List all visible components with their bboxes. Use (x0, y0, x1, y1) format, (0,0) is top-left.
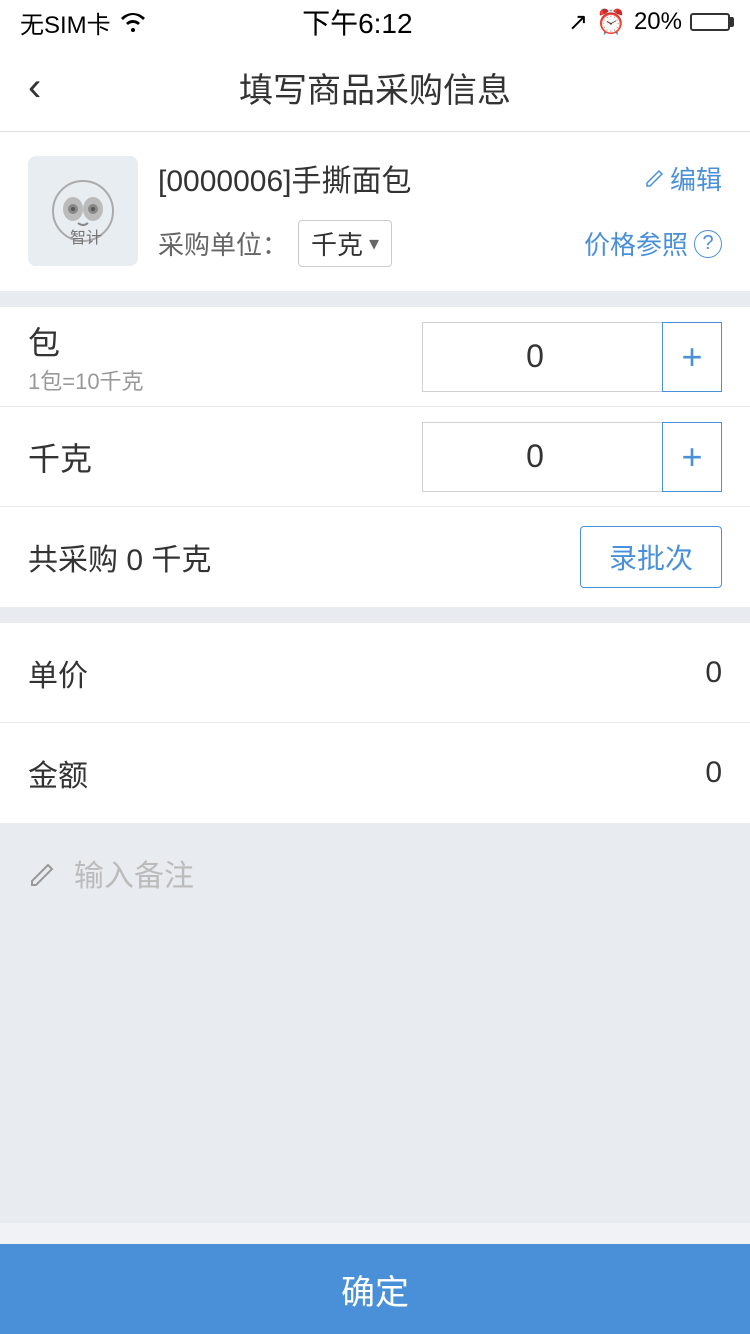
status-bar: 无SIM卡 下午6:12 ↗ ⏰ 20% (0, 0, 750, 44)
product-logo: 智计 (43, 171, 123, 251)
back-button[interactable]: ‹ (28, 65, 41, 110)
bottom-area (0, 923, 750, 1223)
chevron-down-icon: ▾ (369, 231, 379, 256)
location-icon: ↗ (568, 8, 588, 37)
status-time: 下午6:12 (302, 2, 413, 42)
battery-percent: 20% (634, 8, 682, 36)
bag-input-row: 包 1包=10千克 + (0, 307, 750, 407)
product-name: [0000006]手撕面包 (158, 156, 411, 200)
total-row: 共采购 0 千克 录批次 (0, 507, 750, 607)
unit-label: 采购单位： (158, 225, 288, 262)
help-icon: ? (694, 230, 722, 258)
unit-price-label: 单价 (28, 651, 88, 695)
kg-input-row: 千克 + (0, 407, 750, 507)
edit-icon (644, 167, 666, 189)
unit-value: 千克 (311, 225, 363, 262)
battery-icon (690, 13, 730, 31)
amount-row: 金额 0 (0, 723, 750, 823)
status-right: ↗ ⏰ 20% (568, 8, 730, 37)
remark-section[interactable]: 输入备注 (0, 823, 750, 923)
input-section: 包 1包=10千克 + 千克 + (0, 307, 750, 507)
svg-text:智计: 智计 (70, 229, 102, 247)
unit-price-row: 单价 0 (0, 623, 750, 723)
kg-quantity-input[interactable] (422, 422, 662, 492)
product-info: [0000006]手撕面包 编辑 采购单位： 千克 ▾ 价格参照 ? (158, 156, 722, 267)
price-ref-button[interactable]: 价格参照 ? (584, 225, 722, 262)
alarm-icon: ⏰ (596, 8, 626, 37)
status-left: 无SIM卡 (20, 5, 147, 40)
section-divider-1 (0, 291, 750, 307)
page-title: 填写商品采购信息 (239, 63, 511, 112)
product-card: 智计 [0000006]手撕面包 编辑 采购单位： 千克 ▾ 价格参照 (0, 132, 750, 291)
bag-label: 包 1包=10千克 (28, 318, 148, 396)
bag-plus-button[interactable]: + (662, 322, 722, 392)
wifi-icon (119, 12, 147, 32)
nav-bar: ‹ 填写商品采购信息 (0, 44, 750, 132)
price-info-section: 单价 0 金额 0 (0, 623, 750, 823)
batch-button[interactable]: 录批次 (580, 526, 722, 588)
bag-quantity-input[interactable] (422, 322, 662, 392)
amount-label: 金额 (28, 751, 88, 795)
amount-value: 0 (705, 756, 722, 790)
kg-input-right: + (148, 422, 722, 492)
unit-row: 采购单位： 千克 ▾ 价格参照 ? (158, 220, 722, 267)
unit-price-value: 0 (705, 656, 722, 690)
kg-label: 千克 (28, 434, 148, 480)
unit-select[interactable]: 千克 ▾ (298, 220, 392, 267)
confirm-button-label: 确定 (341, 1265, 409, 1314)
section-divider-2 (0, 607, 750, 623)
kg-plus-button[interactable]: + (662, 422, 722, 492)
confirm-button[interactable]: 确定 (0, 1244, 750, 1334)
pencil-icon (28, 857, 60, 889)
total-text: 共采购 0 千克 (28, 535, 211, 579)
product-image: 智计 (28, 156, 138, 266)
product-name-row: [0000006]手撕面包 编辑 (158, 156, 722, 200)
carrier-text: 无SIM卡 (20, 5, 111, 40)
remark-input[interactable]: 输入备注 (74, 851, 194, 895)
edit-button[interactable]: 编辑 (644, 160, 722, 197)
bag-input-right: + (148, 322, 722, 392)
